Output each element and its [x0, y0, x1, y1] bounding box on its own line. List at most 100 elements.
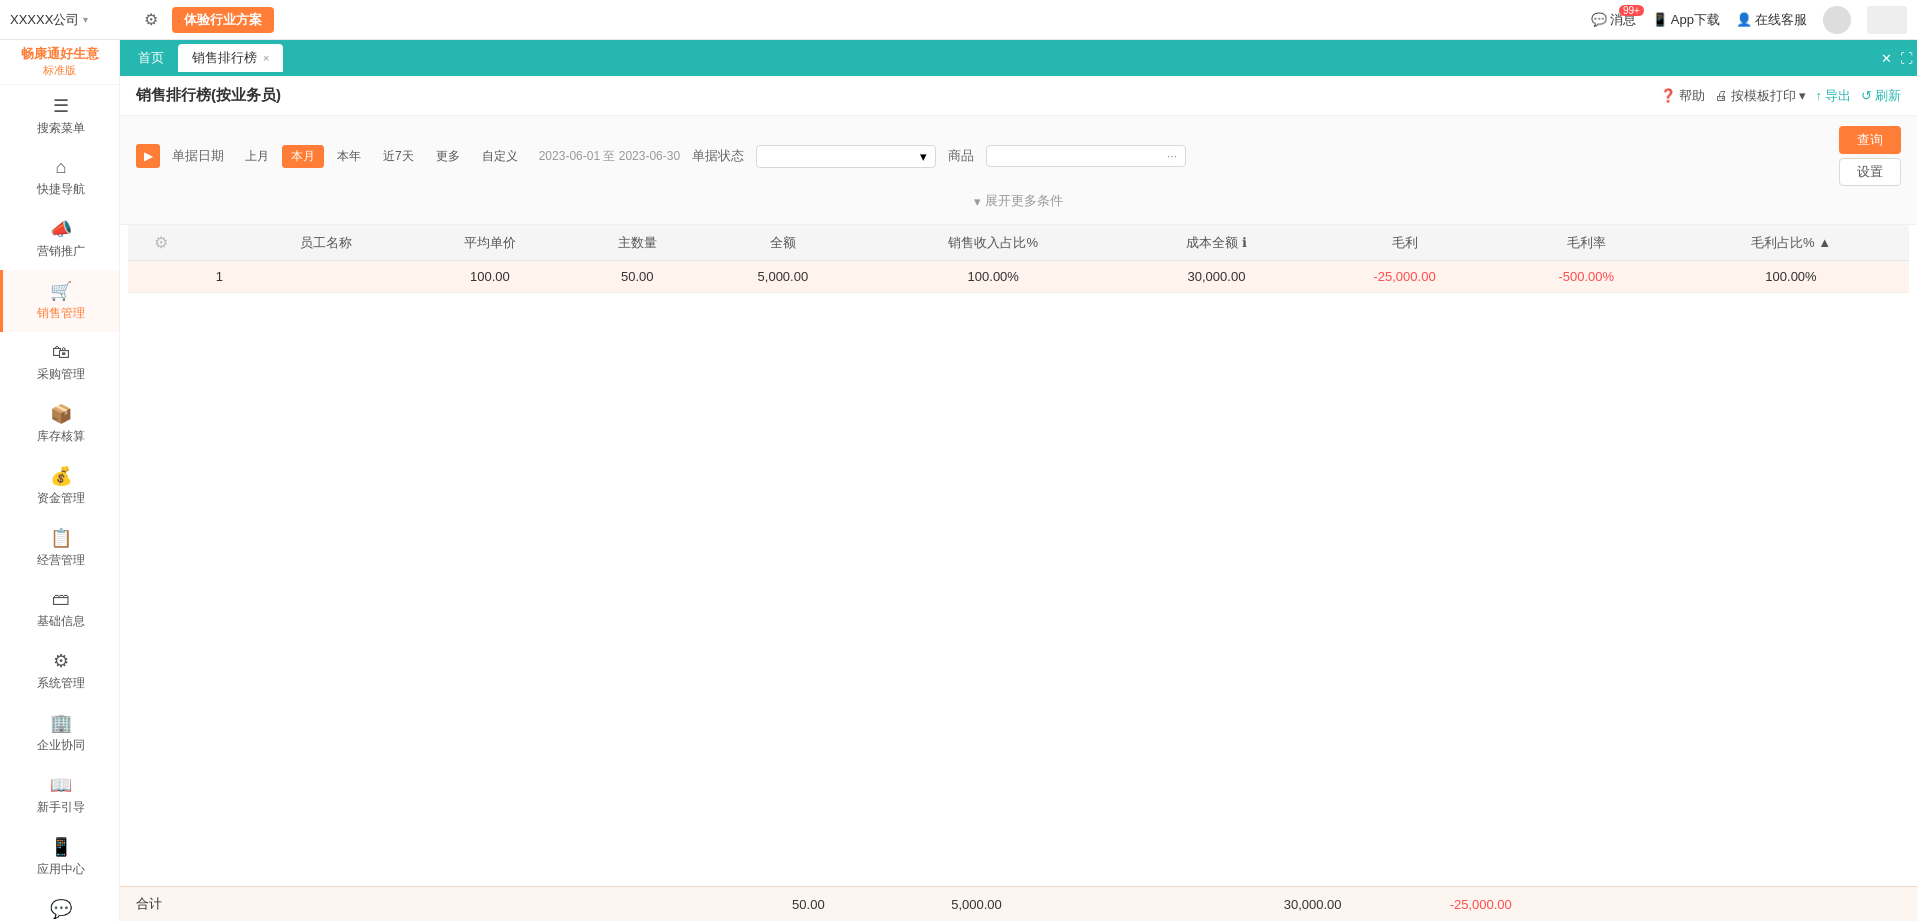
print-button[interactable]: 🖨 按模板打印 ▾: [1715, 87, 1806, 105]
date-pill-this-year[interactable]: 本年: [328, 145, 370, 168]
tab-home[interactable]: 首页: [124, 44, 178, 72]
date-pills: 上月 本月 本年 近7天 更多 自定义: [236, 145, 527, 168]
sidebar-basicinfo-label: 基础信息: [37, 613, 85, 630]
top-right-actions: 💬 消息 99+ 📱 App下载 👤 在线客服: [1591, 6, 1907, 34]
cell-employee: [244, 261, 408, 293]
date-pill-more[interactable]: 更多: [427, 145, 469, 168]
company-selector[interactable]: XXXXX公司 ▾: [10, 11, 130, 29]
wechat-icon: 💬: [50, 898, 72, 920]
date-pill-custom[interactable]: 自定义: [473, 145, 527, 168]
cell-amount: 5,000.00: [703, 261, 863, 293]
col-settings: ⚙: [128, 225, 195, 261]
tab-close-icon[interactable]: ×: [263, 52, 269, 64]
sidebar-enterprise-label: 企业协同: [37, 737, 85, 754]
avatar[interactable]: [1823, 6, 1851, 34]
sidebar-item-wechat[interactable]: 💬 企业微信: [0, 888, 119, 921]
date-pill-7days[interactable]: 近7天: [374, 145, 423, 168]
sidebar-item-finance[interactable]: 💰 资金管理: [0, 455, 119, 517]
sales-icon: 🛒: [50, 280, 72, 302]
content-area: 首页 销售排行榜 × ✕ ⛶ 销售排行榜(按业务员) ❓ 帮助: [120, 40, 1917, 921]
cell-gross-profit: -25,000.00: [1310, 261, 1500, 293]
tab-sales-ranking[interactable]: 销售排行榜 ×: [178, 44, 283, 72]
logo-text: 畅康通好生意: [21, 46, 99, 63]
sidebar-finance-label: 资金管理: [37, 490, 85, 507]
message-button[interactable]: 💬 消息 99+: [1591, 11, 1636, 29]
cell-main-qty: 50.00: [572, 261, 703, 293]
goods-input[interactable]: ···: [986, 145, 1186, 167]
status-select[interactable]: ▾: [756, 145, 936, 168]
help-icon: ❓: [1660, 88, 1676, 103]
marketing-icon: 📣: [50, 218, 72, 240]
date-pill-this-month[interactable]: 本月: [282, 145, 324, 168]
help-button[interactable]: ❓ 帮助: [1660, 87, 1705, 105]
col-main-qty: 主数量: [572, 225, 703, 261]
export-label: 导出: [1825, 87, 1851, 105]
refresh-button[interactable]: ↺ 刷新: [1861, 87, 1901, 105]
tab-bar-right: ✕ ⛶: [1881, 51, 1913, 66]
settings-button[interactable]: 设置: [1839, 158, 1901, 186]
sidebar-shortcut-label: 快捷导航: [37, 181, 85, 198]
sidebar-sales-label: 销售管理: [37, 305, 85, 322]
date-pill-last-month[interactable]: 上月: [236, 145, 278, 168]
online-service-button[interactable]: 👤 在线客服: [1736, 11, 1807, 29]
sidebar-item-search[interactable]: ☰ 搜索菜单: [0, 85, 119, 147]
sidebar-search-label: 搜索菜单: [37, 120, 85, 137]
expand-icon: ▾: [974, 194, 981, 209]
status-select-chevron: ▾: [920, 149, 927, 164]
filter-row-1: ▶ 单据日期 上月 本月 本年 近7天 更多 自定义 2023-06-01 至 …: [136, 126, 1901, 186]
cell-rank: 1: [195, 261, 244, 293]
finance-icon: 💰: [50, 465, 72, 487]
export-button[interactable]: ↑ 导出: [1816, 87, 1852, 105]
app-download-button[interactable]: 📱 App下载: [1652, 11, 1720, 29]
col-settings-icon[interactable]: ⚙: [154, 234, 168, 251]
query-button[interactable]: 查询: [1839, 126, 1901, 154]
company-name: XXXXX公司: [10, 11, 79, 29]
settings-icon[interactable]: ⚙: [138, 7, 164, 33]
sidebar-item-sales[interactable]: 🛒 销售管理: [0, 270, 119, 332]
sidebar-item-system[interactable]: ⚙ 系统管理: [0, 640, 119, 702]
sidebar-inventory-label: 库存核算: [37, 428, 85, 445]
footer-main-qty: 50.00: [724, 897, 892, 912]
sidebar-item-marketing[interactable]: 📣 营销推广: [0, 208, 119, 270]
sidebar-item-basicinfo[interactable]: 🗃 基础信息: [0, 579, 119, 640]
help-label: 帮助: [1679, 87, 1705, 105]
sidebar-item-inventory[interactable]: 📦 库存核算: [0, 393, 119, 455]
col-sales-ratio: 销售收入占比%: [863, 225, 1123, 261]
sidebar-guide-label: 新手引导: [37, 799, 85, 816]
message-icon: 💬: [1591, 12, 1607, 27]
window-resize-icon[interactable]: ⛶: [1900, 51, 1913, 66]
sidebar-item-shortcut[interactable]: ⌂ 快捷导航: [0, 147, 119, 208]
trial-button[interactable]: 体验行业方案: [172, 7, 274, 33]
basicinfo-icon: 🗃: [52, 589, 70, 610]
print-label: 按模板打印: [1731, 87, 1796, 105]
sidebar-item-guide[interactable]: 📖 新手引导: [0, 764, 119, 826]
filter-area: ▶ 单据日期 上月 本月 本年 近7天 更多 自定义 2023-06-01 至 …: [120, 116, 1917, 225]
col-rank: [195, 225, 244, 261]
page-header: 销售排行榜(按业务员) ❓ 帮助 🖨 按模板打印 ▾ ↑ 导出: [120, 76, 1917, 116]
sidebar-item-enterprise[interactable]: 🏢 企业协同: [0, 702, 119, 764]
col-employee: 员工名称: [244, 225, 408, 261]
user-name-area: [1867, 6, 1907, 34]
sidebar-item-operation[interactable]: 📋 经营管理: [0, 517, 119, 579]
expand-conditions-btn[interactable]: ▾ 展开更多条件: [974, 192, 1063, 210]
goods-label: 商品: [948, 147, 974, 165]
refresh-label: 刷新: [1875, 87, 1901, 105]
query-settings-group: 查询 设置: [1839, 126, 1901, 186]
logo-area: 畅康通好生意 标准版: [0, 40, 119, 85]
home-tab-label: 首页: [138, 49, 164, 67]
main-layout: 畅康通好生意 标准版 ☰ 搜索菜单 ⌂ 快捷导航 📣 营销推广 🛒 销售管理 🛍…: [0, 40, 1917, 921]
table-area: ⚙ 员工名称 平均单价 主数量 全额 销售收入占比% 成本全额 ℹ 毛利 毛利率…: [120, 225, 1917, 886]
sidebar-item-apps[interactable]: 📱 应用中心: [0, 826, 119, 888]
arrow-icon: ▶: [144, 149, 153, 163]
table-header-row: ⚙ 员工名称 平均单价 主数量 全额 销售收入占比% 成本全额 ℹ 毛利 毛利率…: [128, 225, 1909, 261]
goods-more-btn[interactable]: ···: [1167, 149, 1177, 163]
logo-sub: 标准版: [43, 63, 76, 78]
sidebar-item-purchase[interactable]: 🛍 采购管理: [0, 332, 119, 393]
window-close-icon[interactable]: ✕: [1881, 51, 1892, 66]
expand-label: 展开更多条件: [985, 192, 1063, 210]
filter-expand-arrow[interactable]: ▶: [136, 144, 160, 168]
service-icon: 👤: [1736, 12, 1752, 27]
app-download-label: App下载: [1671, 11, 1720, 29]
date-label: 单据日期: [172, 147, 224, 165]
print-chevron: ▾: [1799, 88, 1806, 103]
